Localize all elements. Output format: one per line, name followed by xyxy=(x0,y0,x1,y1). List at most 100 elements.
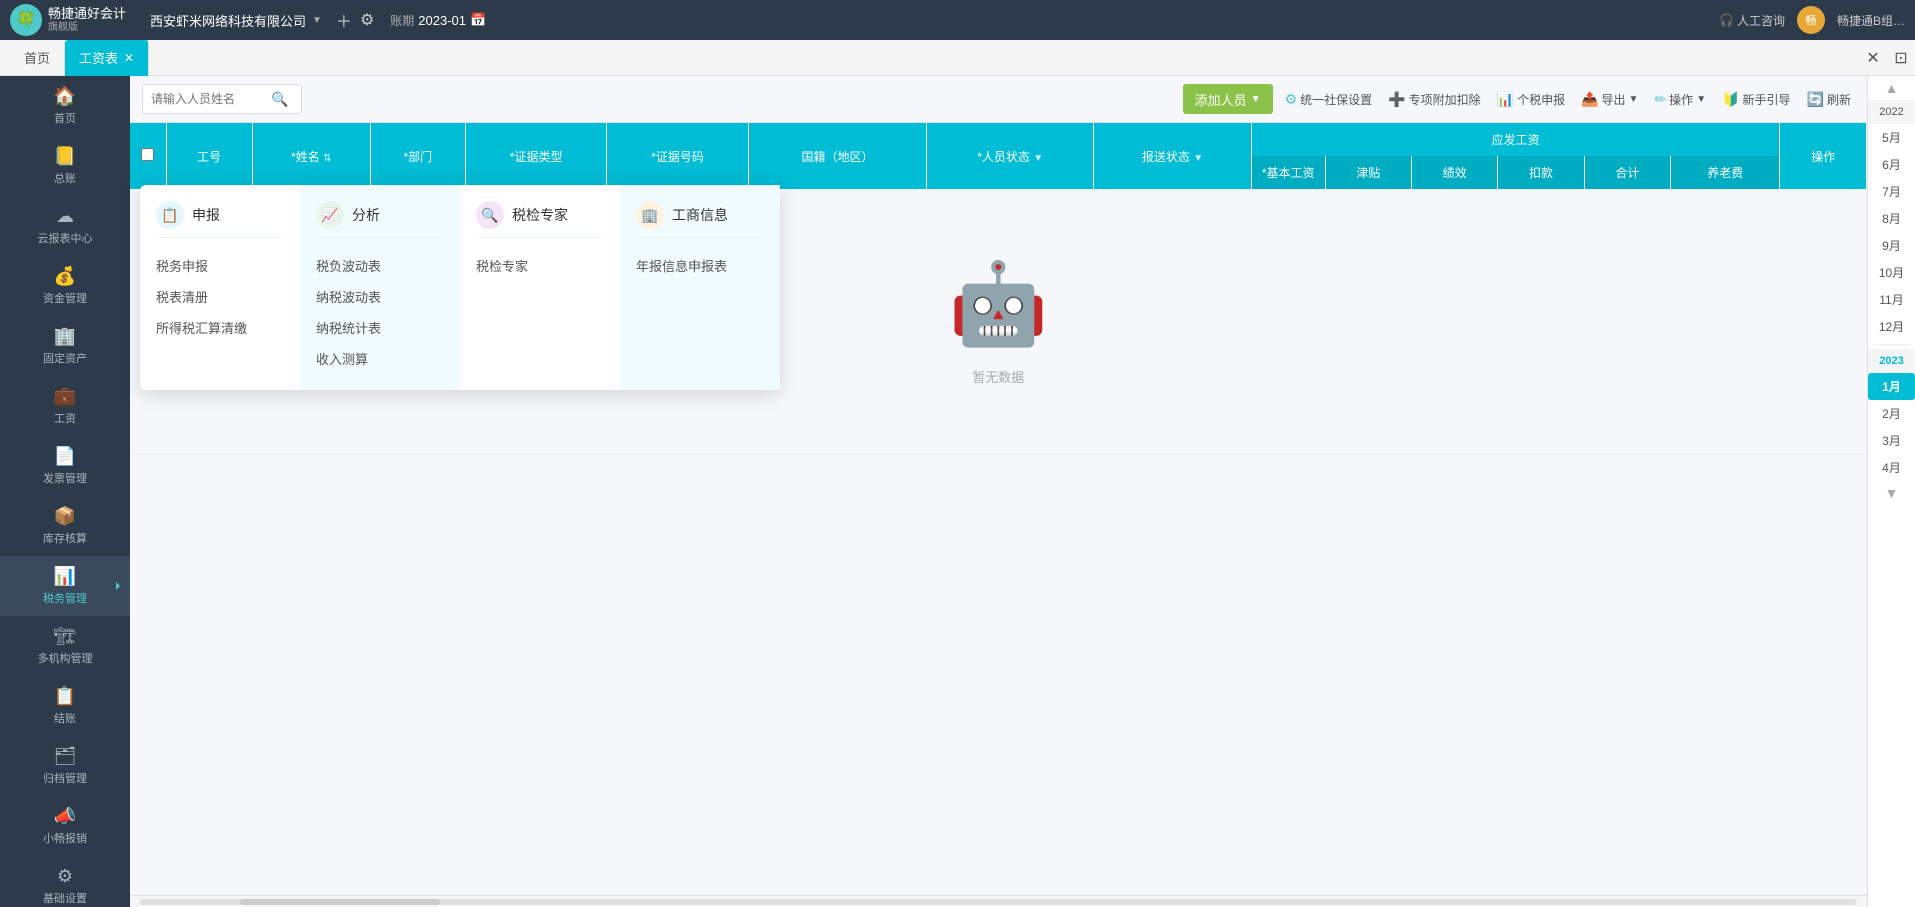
refresh-button[interactable]: 🔄 刷新 xyxy=(1803,91,1855,108)
guide-button[interactable]: 🔰 新手引导 xyxy=(1718,91,1794,108)
sidebar-item-settings[interactable]: ⚙ 基础设置 xyxy=(0,856,130,907)
sidebar-item-archive[interactable]: 🗂 归档管理 xyxy=(0,736,130,796)
cal-month-1[interactable]: 1月 xyxy=(1868,373,1915,400)
edit-icon: ✏ xyxy=(1654,91,1666,108)
sidebar-item-fund[interactable]: 💰 资金管理 xyxy=(0,256,130,316)
dropdown-item-tax-stat[interactable]: 纳税统计表 xyxy=(316,312,444,343)
dropdown-item-annual-report[interactable]: 年报信息申报表 xyxy=(636,250,764,281)
sidebar-item-inventory[interactable]: 📦 库存核算 xyxy=(0,496,130,556)
sidebar-item-salary[interactable]: 💼 工资 xyxy=(0,376,130,436)
fund-icon: 💰 xyxy=(54,266,76,287)
sidebar-item-fixed-assets[interactable]: 🏢 固定资产 xyxy=(0,316,130,376)
th-payroll-group: 应发工资 xyxy=(1251,123,1780,156)
dropdown-item-tax-filing[interactable]: 税务申报 xyxy=(156,250,284,281)
plus-icon: ➕ xyxy=(1388,91,1405,108)
th-nationality: 国籍（地区） xyxy=(748,123,927,189)
social-insurance-button[interactable]: ⚙ 统一社保设置 xyxy=(1281,91,1377,108)
cal-month-12[interactable]: 12月 xyxy=(1868,313,1915,340)
tax-icon: 📊 xyxy=(54,566,76,587)
sidebar-item-invoice[interactable]: 📄 发票管理 xyxy=(0,436,130,496)
sidebar-item-home[interactable]: 🏠 首页 xyxy=(0,76,130,136)
dropdown-item-tax-burden[interactable]: 税负波动表 xyxy=(316,250,444,281)
dropdown-item-tax-expert[interactable]: 税检专家 xyxy=(476,250,604,281)
sidebar-item-close-period[interactable]: 📋 结账 xyxy=(0,676,130,736)
dropdown-item-tax-table[interactable]: 税表清册 xyxy=(156,281,284,312)
th-performance: 绩效 xyxy=(1411,156,1497,189)
cal-month-3[interactable]: 3月 xyxy=(1868,427,1915,454)
cal-month-8[interactable]: 8月 xyxy=(1868,205,1915,232)
sidebar-item-multi-org[interactable]: 🏗 多机构管理 xyxy=(0,616,130,676)
tab-salary[interactable]: 工资表 ✕ xyxy=(65,40,149,76)
cal-month-5[interactable]: 5月 xyxy=(1868,124,1915,151)
analysis-icon: 📈 xyxy=(316,201,344,229)
dropdown-item-income-tax[interactable]: 所得税汇算清缴 xyxy=(156,312,284,343)
cal-month-6[interactable]: 6月 xyxy=(1868,151,1915,178)
th-id-type: *证据类型 xyxy=(466,123,607,189)
cal-scroll-up[interactable]: ▲ xyxy=(1868,76,1915,100)
sidebar-item-cloud-report[interactable]: ☁ 云报表中心 xyxy=(0,196,130,256)
tax-filing-button[interactable]: 📊 个税申报 xyxy=(1493,91,1569,108)
cal-month-10[interactable]: 10月 xyxy=(1868,259,1915,286)
tab-home[interactable]: 首页 xyxy=(10,40,65,76)
cal-month-9[interactable]: 9月 xyxy=(1868,232,1915,259)
export-button[interactable]: 📤 导出 ▼ xyxy=(1577,91,1642,108)
cal-month-11[interactable]: 11月 xyxy=(1868,286,1915,313)
filing-icon: 📋 xyxy=(156,201,184,229)
tab-close-icon[interactable]: ✕ xyxy=(124,51,134,65)
th-operation: 操作 xyxy=(1780,123,1867,189)
user-name[interactable]: 畅捷通B组… xyxy=(1837,12,1905,29)
sidebar-item-ledger[interactable]: 📒 总账 xyxy=(0,136,130,196)
dropdown-col-analysis: 📈 分析 税负波动表 纳税波动表 纳税统计表 收入测算 xyxy=(300,185,460,390)
close-period-icon: 📋 xyxy=(54,686,76,707)
scrollbar-thumb[interactable] xyxy=(240,899,440,905)
add-employee-button[interactable]: 添加人员 ▼ xyxy=(1183,84,1273,114)
th-checkbox xyxy=(130,123,166,189)
ledger-icon: 📒 xyxy=(54,146,76,167)
th-name: *姓名 ⇅ xyxy=(252,123,370,189)
tax-dropdown-menu: 📋 申报 税务申报 税表清册 所得税汇算清缴 📈 分析 税负波动表 纳税波动表 … xyxy=(140,185,780,390)
horizontal-scrollbar[interactable] xyxy=(130,895,1867,907)
tab-restore-button[interactable]: ⊡ xyxy=(1887,44,1915,72)
help-button[interactable]: 🎧 人工咨询 xyxy=(1719,12,1785,29)
headphone-icon: 🎧 xyxy=(1719,13,1734,27)
settings-icon: ⚙ xyxy=(57,866,73,887)
export-icon: 📤 xyxy=(1581,91,1598,108)
th-id-no: *证据号码 xyxy=(607,123,748,189)
salary-icon: 💼 xyxy=(54,386,76,407)
add-btn-chevron: ▼ xyxy=(1251,94,1261,105)
dropdown-col-header-filing: 📋 申报 xyxy=(156,201,284,238)
sidebar-item-expense[interactable]: 📣 小畅报销 xyxy=(0,796,130,856)
operation-button[interactable]: ✏ 操作 ▼ xyxy=(1650,91,1710,108)
dropdown-col-expert: 🔍 税检专家 税检专家 xyxy=(460,185,620,390)
cal-month-4[interactable]: 4月 xyxy=(1868,454,1915,481)
dropdown-item-income-calc[interactable]: 收入测算 xyxy=(316,343,444,374)
filter-icon: ▼ xyxy=(1033,153,1043,164)
tab-close-all-button[interactable]: ✕ xyxy=(1859,44,1887,72)
invoice-icon: 📄 xyxy=(54,446,76,467)
cloud-icon: ☁ xyxy=(56,206,74,227)
archive-icon: 🗂 xyxy=(54,746,77,767)
operation-chevron-icon: ▼ xyxy=(1696,94,1706,105)
dropdown-item-tax-change[interactable]: 纳税波动表 xyxy=(316,281,444,312)
logo-icon: 🍀 xyxy=(10,4,42,36)
header-actions: ＋ ⚙ xyxy=(336,8,374,32)
dropdown-col-header-analysis: 📈 分析 xyxy=(316,201,444,238)
search-icon: 🔍 xyxy=(271,91,288,108)
calendar-icon[interactable]: 📅 xyxy=(470,12,486,28)
cal-month-2[interactable]: 2月 xyxy=(1868,400,1915,427)
cal-month-7[interactable]: 7月 xyxy=(1868,178,1915,205)
business-icon: 🏢 xyxy=(636,201,664,229)
search-input[interactable] xyxy=(151,92,271,106)
sidebar: 🏠 首页 📒 总账 ☁ 云报表中心 💰 资金管理 🏢 固定资产 💼 工资 📄 发… xyxy=(0,76,130,907)
cal-scroll-down[interactable]: ▼ xyxy=(1868,481,1915,505)
guide-icon: 🔰 xyxy=(1722,91,1739,108)
sidebar-item-tax[interactable]: 📊 税务管理 xyxy=(0,556,130,616)
special-deduction-button[interactable]: ➕ 专项附加扣除 xyxy=(1384,91,1484,108)
select-all-checkbox[interactable] xyxy=(141,148,154,161)
th-allowance: 津贴 xyxy=(1325,156,1411,189)
add-company-button[interactable]: ＋ xyxy=(336,8,352,32)
avatar: 畅 xyxy=(1797,6,1825,34)
company-selector[interactable]: 西安虾米网络科技有限公司 ▼ xyxy=(150,11,322,30)
settings-icon[interactable]: ⚙ xyxy=(360,10,374,30)
social-insurance-icon: ⚙ xyxy=(1285,91,1298,108)
